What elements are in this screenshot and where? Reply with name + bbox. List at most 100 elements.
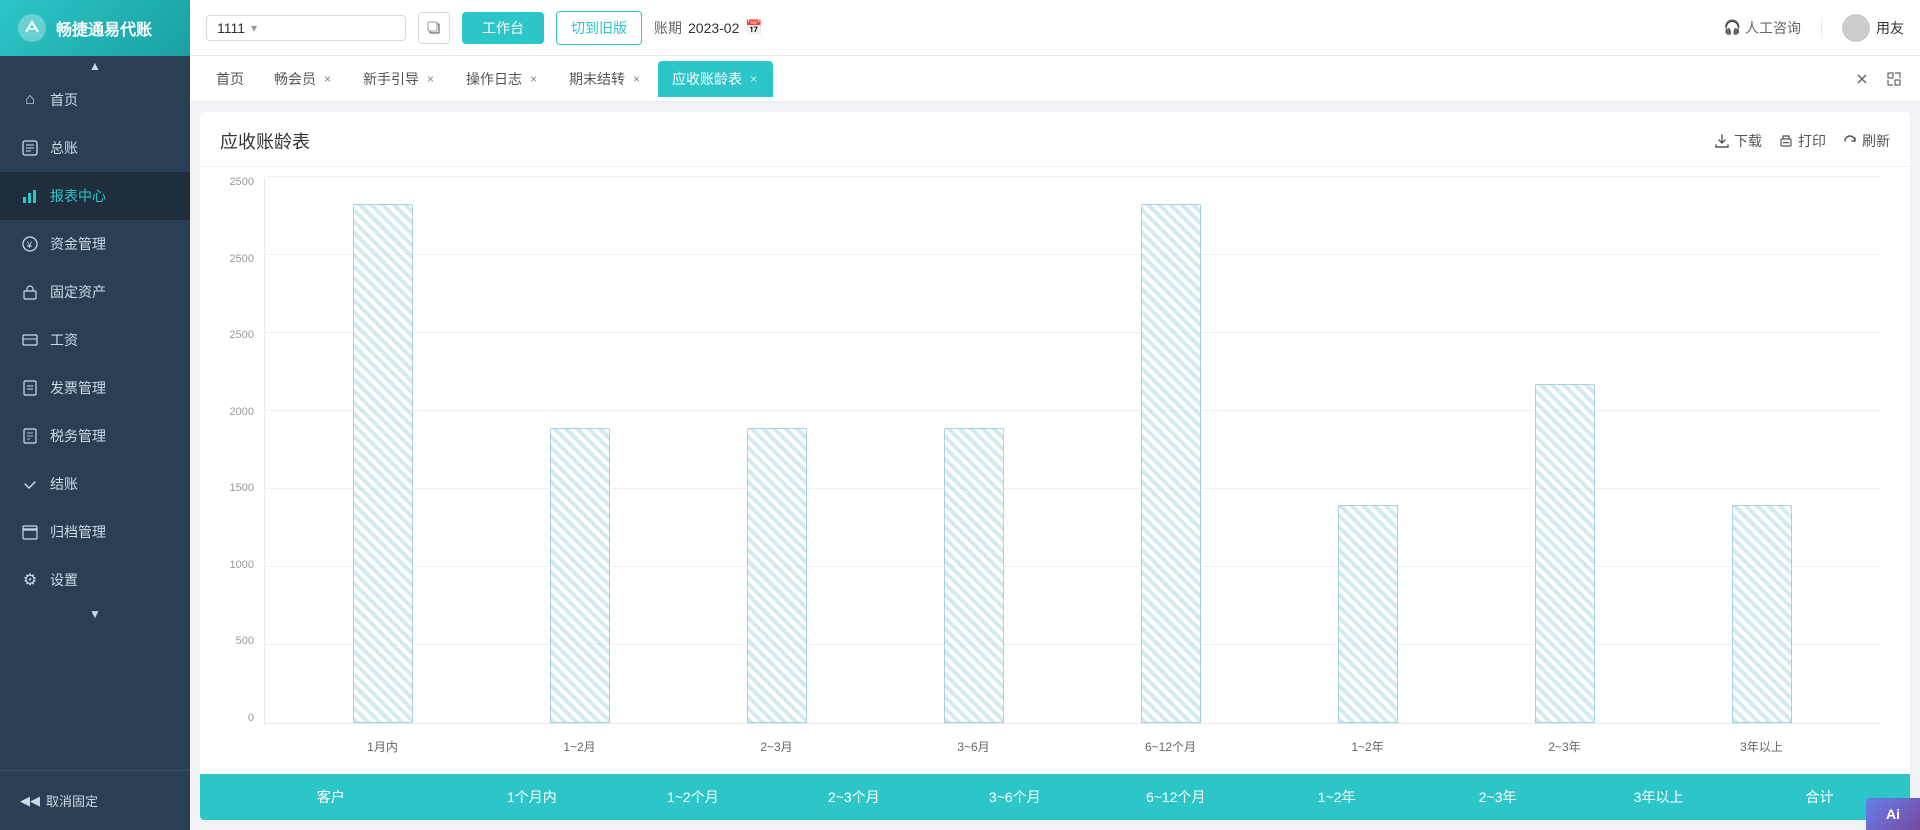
period-label: 账期: [654, 18, 682, 38]
tab-guide-label: 新手引导: [363, 69, 419, 89]
sidebar-item-settings[interactable]: ⚙ 设置: [0, 556, 190, 604]
th-customer: 客户: [210, 787, 451, 807]
th-3-6month: 3~6个月: [934, 787, 1095, 807]
workbench-button[interactable]: 工作台: [462, 12, 544, 44]
sidebar-item-funds[interactable]: ¥ 资金管理: [0, 220, 190, 268]
sidebar-item-archive[interactable]: 归档管理: [0, 508, 190, 556]
tab-aging-label: 应收账龄表: [672, 69, 742, 89]
y-label-1000: 1000: [230, 560, 254, 571]
tab-guide-close[interactable]: ×: [425, 72, 436, 86]
chart-wrapper: 0 500 1000 1500 2000 2500 2500 2500: [220, 177, 1890, 764]
th-2-3year: 2~3年: [1417, 787, 1578, 807]
tabs-bar: 首页 畅会员 × 新手引导 × 操作日志 × 期末结转 × 应收账龄表 ×: [190, 56, 1920, 102]
tab-period-end-label: 期末结转: [569, 69, 625, 89]
divider: [1821, 18, 1822, 38]
tab-aging-close[interactable]: ×: [748, 72, 759, 86]
sidebar-item-ledger[interactable]: 总账: [0, 124, 190, 172]
tab-oplog-label: 操作日志: [466, 69, 522, 89]
sidebar-item-invoice[interactable]: 发票管理: [0, 364, 190, 412]
th-2-3month: 2~3个月: [773, 787, 934, 807]
y-label-2000: 2000: [230, 407, 254, 418]
tab-oplog-close[interactable]: ×: [528, 72, 539, 86]
pin-icon: ◀◀: [20, 793, 40, 809]
y-label-2500c: 2500: [230, 177, 254, 188]
sidebar-item-label: 固定资产: [50, 282, 106, 302]
main-content: 首页 畅会员 × 新手引导 × 操作日志 × 期末结转 × 应收账龄表 ×: [190, 56, 1920, 830]
invoice-icon: [20, 378, 40, 398]
tab-period-end[interactable]: 期末结转 ×: [555, 61, 656, 97]
period-area: 账期 2023-02 📅: [654, 18, 763, 38]
download-button[interactable]: 下载: [1714, 131, 1762, 151]
sidebar-item-checkout[interactable]: 结账: [0, 460, 190, 508]
sidebar: ▲ ⌂ 首页 总账 报表中心 ¥ 资金管理 固定资产: [0, 56, 190, 830]
bar-1-2month-bar: [550, 428, 610, 723]
tab-aging[interactable]: 应收账龄表 ×: [658, 61, 773, 97]
x-label-3plus: 3年以上: [1663, 738, 1860, 755]
print-button[interactable]: 打印: [1778, 131, 1826, 151]
sidebar-item-assets[interactable]: 固定资产: [0, 268, 190, 316]
tax-icon: [20, 426, 40, 446]
copy-button[interactable]: [418, 12, 450, 44]
user-area[interactable]: 用友: [1842, 14, 1904, 42]
cancel-fixed-button[interactable]: ◀◀ 取消固定: [0, 781, 190, 820]
refresh-button[interactable]: 刷新: [1842, 131, 1890, 151]
tab-guide[interactable]: 新手引导 ×: [349, 61, 450, 97]
switch-version-button[interactable]: 切到旧版: [556, 11, 642, 45]
tab-home-label: 首页: [216, 69, 244, 89]
scroll-up-button[interactable]: ▲: [0, 56, 190, 76]
x-label-3-6month: 3~6月: [875, 738, 1072, 755]
page-body: 应收账龄表 下载 打印 刷新: [200, 112, 1910, 820]
tab-home[interactable]: 首页: [202, 61, 258, 97]
th-1-2month: 1~2个月: [612, 787, 773, 807]
x-label-6-12month: 6~12个月: [1072, 738, 1269, 755]
bar-3-6month: [876, 177, 1073, 723]
table-header: 客户 1个月内 1~2个月 2~3个月 3~6个月 6~12个月 1~2年 2~…: [200, 774, 1910, 820]
headset-icon: 🎧: [1724, 19, 1741, 36]
tab-member-close[interactable]: ×: [322, 72, 333, 86]
y-label-0: 0: [248, 713, 254, 724]
y-label-1500: 1500: [230, 483, 254, 494]
sidebar-item-reports[interactable]: 报表中心: [0, 172, 190, 220]
user-name: 用友: [1876, 18, 1904, 38]
page-header: 应收账龄表 下载 打印 刷新: [200, 112, 1910, 167]
checkout-icon: [20, 474, 40, 494]
company-name: 1111: [217, 20, 245, 36]
expand-tab-button[interactable]: [1880, 65, 1908, 93]
download-label: 下载: [1734, 131, 1762, 151]
bar-3plus-bar: [1732, 505, 1792, 723]
sidebar-item-home[interactable]: ⌂ 首页: [0, 76, 190, 124]
sidebar-item-label: 税务管理: [50, 426, 106, 446]
consult-label: 人工咨询: [1745, 18, 1801, 38]
bar-1-2month: [482, 177, 679, 723]
tab-oplog[interactable]: 操作日志 ×: [452, 61, 553, 97]
scroll-down-button[interactable]: ▼: [0, 604, 190, 624]
sidebar-item-tax[interactable]: 税务管理: [0, 412, 190, 460]
sidebar-item-label: 发票管理: [50, 378, 106, 398]
company-selector[interactable]: 1111 ▾: [206, 15, 406, 41]
tab-period-end-close[interactable]: ×: [631, 72, 642, 86]
consult-button[interactable]: 🎧 人工咨询: [1724, 18, 1801, 38]
assets-icon: [20, 282, 40, 302]
bar-2-3month-bar: [747, 428, 807, 723]
y-label-2500a: 2500: [230, 330, 254, 341]
close-tab-button[interactable]: [1848, 65, 1876, 93]
chevron-down-icon: ▾: [251, 21, 257, 35]
salary-icon: [20, 330, 40, 350]
sidebar-item-label: 资金管理: [50, 234, 106, 254]
header-right: 🎧 人工咨询 用友: [1724, 14, 1904, 42]
sidebar-item-label: 工资: [50, 330, 78, 350]
tab-member[interactable]: 畅会员 ×: [260, 61, 347, 97]
ai-badge[interactable]: Ai: [1866, 798, 1920, 830]
sidebar-item-salary[interactable]: 工资: [0, 316, 190, 364]
bar-1-2year: [1269, 177, 1466, 723]
bar-6-12month: [1073, 177, 1270, 723]
y-label-2500b: 2500: [230, 254, 254, 265]
th-3plus: 3年以上: [1578, 787, 1739, 807]
calendar-icon[interactable]: 📅: [745, 19, 762, 36]
reports-icon: [20, 186, 40, 206]
settings-icon: ⚙: [20, 570, 40, 590]
tabs-actions: [1848, 65, 1908, 93]
funds-icon: ¥: [20, 234, 40, 254]
sidebar-item-label: 首页: [50, 90, 78, 110]
bars-group: [265, 177, 1880, 723]
